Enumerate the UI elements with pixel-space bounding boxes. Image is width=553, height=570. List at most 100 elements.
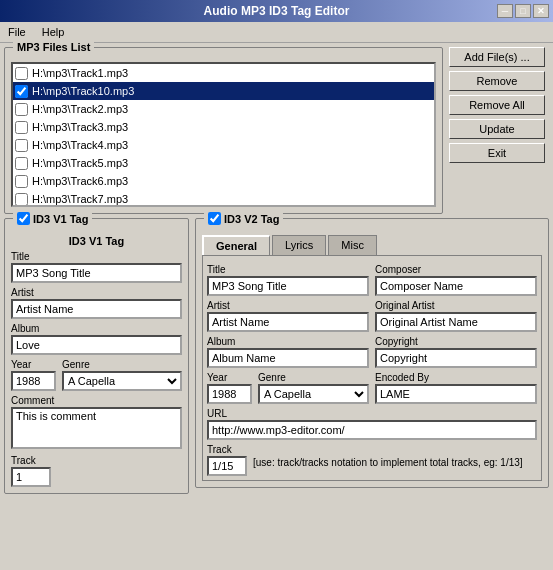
tab-general-content: Title Composer Artist Original Artist bbox=[202, 255, 542, 481]
comment-textarea-v1[interactable]: This is comment bbox=[11, 407, 182, 449]
close-button[interactable]: ✕ bbox=[533, 4, 549, 18]
track-label-v2: Track bbox=[207, 444, 537, 455]
title-input-v1[interactable] bbox=[11, 263, 182, 283]
genre-box-v1: Genre A Capella bbox=[62, 355, 182, 391]
file-checkbox[interactable] bbox=[15, 67, 28, 80]
file-path: H:\mp3\Track2.mp3 bbox=[32, 103, 128, 115]
file-path: H:\mp3\Track3.mp3 bbox=[32, 121, 128, 133]
id3v2-group-title: ID3 V2 Tag bbox=[204, 212, 283, 225]
id3v1-header: ID3 V1 Tag bbox=[11, 235, 182, 247]
year-genre-row-v1: Year Genre A Capella bbox=[11, 355, 182, 391]
id3v2-group: ID3 V2 Tag General Lyrics Misc Title Com… bbox=[195, 218, 549, 488]
track-input-v2[interactable] bbox=[207, 456, 247, 476]
file-item[interactable]: H:\mp3\Track3.mp3 bbox=[13, 118, 434, 136]
url-label-v2: URL bbox=[207, 408, 537, 419]
file-menu[interactable]: File bbox=[4, 24, 30, 40]
id3v1-group: ID3 V1 Tag ID3 V1 Tag Title Artist Album… bbox=[4, 218, 189, 494]
composer-col-v2: Composer bbox=[375, 260, 537, 296]
genre-label-v2: Genre bbox=[258, 372, 369, 383]
files-panel: MP3 Files List H:\mp3\Track1.mp3H:\mp3\T… bbox=[4, 47, 443, 214]
title-bar: Audio MP3 ID3 Tag Editor ─ □ ✕ bbox=[0, 0, 553, 22]
file-item[interactable]: H:\mp3\Track10.mp3 bbox=[13, 82, 434, 100]
remove-all-button[interactable]: Remove All bbox=[449, 95, 545, 115]
track-input-v1[interactable] bbox=[11, 467, 51, 487]
album-input-v2[interactable] bbox=[207, 348, 369, 368]
file-path: H:\mp3\Track5.mp3 bbox=[32, 157, 128, 169]
artist-col-v2: Artist bbox=[207, 296, 369, 332]
encoded-by-label-v2: Encoded By bbox=[375, 372, 537, 383]
copyright-col-v2: Copyright bbox=[375, 332, 537, 368]
tab-misc[interactable]: Misc bbox=[328, 235, 377, 255]
year-input-v2[interactable] bbox=[207, 384, 252, 404]
encoded-by-input-v2[interactable] bbox=[375, 384, 537, 404]
file-checkbox[interactable] bbox=[15, 193, 28, 206]
title-label-v2: Title bbox=[207, 264, 369, 275]
title-label-v1: Title bbox=[11, 251, 182, 262]
artist-label-v2: Artist bbox=[207, 300, 369, 311]
help-menu[interactable]: Help bbox=[38, 24, 69, 40]
album-label-v1: Album bbox=[11, 323, 182, 334]
year-box-v2: Year bbox=[207, 368, 252, 404]
id3v1-enable-checkbox[interactable] bbox=[17, 212, 30, 225]
remove-button[interactable]: Remove bbox=[449, 71, 545, 91]
action-buttons: Add File(s) ... Remove Remove All Update… bbox=[449, 47, 549, 214]
album-input-v1[interactable] bbox=[11, 335, 182, 355]
file-list[interactable]: H:\mp3\Track1.mp3 H:\mp3\Track10.mp3 H:\mp… bbox=[11, 62, 436, 207]
genre-select-v2[interactable]: A Capella bbox=[258, 384, 369, 404]
orig-artist-input-v2[interactable] bbox=[375, 312, 537, 332]
files-group: MP3 Files List H:\mp3\Track1.mp3H:\mp3\T… bbox=[4, 47, 443, 214]
year-box-v1: Year bbox=[11, 355, 56, 391]
url-input-v2[interactable] bbox=[207, 420, 537, 440]
file-checkbox[interactable] bbox=[15, 85, 28, 98]
genre-select-v1[interactable]: A Capella bbox=[62, 371, 182, 391]
tab-general[interactable]: General bbox=[202, 235, 270, 255]
file-checkbox[interactable] bbox=[15, 121, 28, 134]
genre-box-v2: Genre A Capella bbox=[258, 368, 369, 404]
composer-label-v2: Composer bbox=[375, 264, 537, 275]
add-files-button[interactable]: Add File(s) ... bbox=[449, 47, 545, 67]
genre-label-v1: Genre bbox=[62, 359, 182, 370]
track-row-v2: [use: track/tracks notation to implement… bbox=[207, 456, 537, 476]
artist-origart-row: Artist Original Artist bbox=[207, 296, 537, 332]
composer-input-v2[interactable] bbox=[375, 276, 537, 296]
file-checkbox[interactable] bbox=[15, 175, 28, 188]
file-path: H:\mp3\Track10.mp3 bbox=[32, 85, 134, 97]
minimize-button[interactable]: ─ bbox=[497, 4, 513, 18]
encoded-by-col-v2: Encoded By bbox=[375, 368, 537, 404]
title-bar-buttons: ─ □ ✕ bbox=[497, 4, 549, 18]
file-path: H:\mp3\Track6.mp3 bbox=[32, 175, 128, 187]
file-item[interactable]: H:\mp3\Track7.mp3 bbox=[13, 190, 434, 207]
file-path: H:\mp3\Track7.mp3 bbox=[32, 193, 128, 205]
file-item[interactable]: H:\mp3\Track2.mp3 bbox=[13, 100, 434, 118]
file-item[interactable]: H:\mp3\Track4.mp3 bbox=[13, 136, 434, 154]
year-label-v2: Year bbox=[207, 372, 252, 383]
file-checkbox[interactable] bbox=[15, 103, 28, 116]
update-button[interactable]: Update bbox=[449, 119, 545, 139]
artist-input-v2[interactable] bbox=[207, 312, 369, 332]
id3v1-panel: ID3 V1 Tag ID3 V1 Tag Title Artist Album… bbox=[4, 218, 189, 494]
year-input-v1[interactable] bbox=[11, 371, 56, 391]
album-copyright-row: Album Copyright bbox=[207, 332, 537, 368]
copyright-input-v2[interactable] bbox=[375, 348, 537, 368]
exit-button[interactable]: Exit bbox=[449, 143, 545, 163]
id3v2-enable-checkbox[interactable] bbox=[208, 212, 221, 225]
year-genre-encby-row: Year Genre A Capella Encoded By bbox=[207, 368, 537, 404]
file-item[interactable]: H:\mp3\Track5.mp3 bbox=[13, 154, 434, 172]
file-checkbox[interactable] bbox=[15, 139, 28, 152]
top-section: MP3 Files List H:\mp3\Track1.mp3H:\mp3\T… bbox=[0, 43, 553, 218]
album-col-v2: Album bbox=[207, 332, 369, 368]
year-genre-v2: Year Genre A Capella bbox=[207, 368, 369, 404]
file-item[interactable]: H:\mp3\Track6.mp3 bbox=[13, 172, 434, 190]
id3v2-tab-bar: General Lyrics Misc bbox=[202, 235, 542, 255]
title-input-v2[interactable] bbox=[207, 276, 369, 296]
artist-input-v1[interactable] bbox=[11, 299, 182, 319]
files-group-title: MP3 Files List bbox=[13, 41, 94, 53]
title-composer-row: Title Composer bbox=[207, 260, 537, 296]
file-path: H:\mp3\Track1.mp3 bbox=[32, 67, 128, 79]
maximize-button[interactable]: □ bbox=[515, 4, 531, 18]
orig-artist-col-v2: Original Artist bbox=[375, 296, 537, 332]
file-checkbox[interactable] bbox=[15, 157, 28, 170]
id3v2-panel: ID3 V2 Tag General Lyrics Misc Title Com… bbox=[195, 218, 549, 494]
tab-lyrics[interactable]: Lyrics bbox=[272, 235, 326, 255]
file-item[interactable]: H:\mp3\Track1.mp3 bbox=[13, 64, 434, 82]
